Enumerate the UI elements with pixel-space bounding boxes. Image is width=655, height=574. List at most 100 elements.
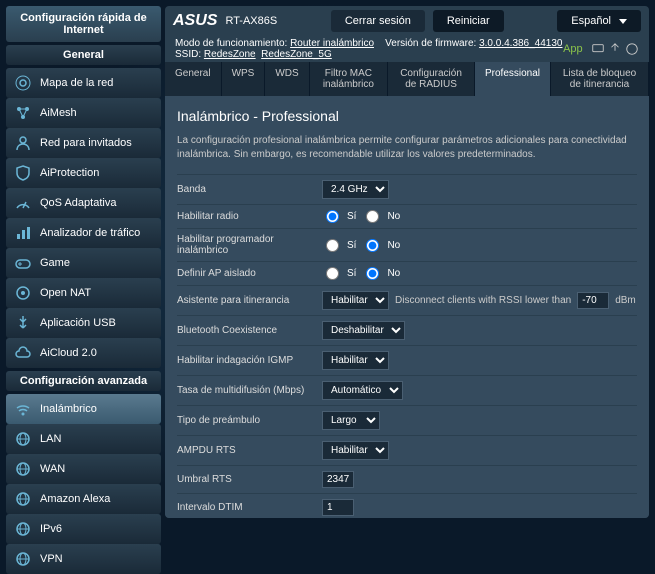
logout-button[interactable]: Cerrar sesión [331, 10, 425, 32]
sidebar-item-aiprotection[interactable]: AiProtection [6, 158, 161, 188]
speedometer-icon [14, 194, 32, 212]
scheduler-no[interactable] [366, 239, 379, 252]
preamble-label: Tipo de preámbulo [177, 415, 322, 426]
guest-icon [14, 134, 32, 152]
sidebar-item-label: IPv6 [40, 523, 62, 535]
sidebar-header-advanced: Configuración avanzada [6, 371, 161, 391]
mode-label: Modo de funcionamiento: [175, 38, 287, 49]
bluetooth-label: Bluetooth Coexistence [177, 325, 322, 336]
rssi-text: Disconnect clients with RSSI lower than [395, 295, 571, 306]
sidebar-item-analizador-de-tr-fico[interactable]: Analizador de tráfico [6, 218, 161, 248]
isolated-yes[interactable] [326, 267, 339, 280]
chevron-down-icon [619, 19, 627, 24]
sidebar-item-mapa-de-la-red[interactable]: Mapa de la red [6, 68, 161, 98]
rssi-input[interactable] [577, 292, 609, 309]
cloud-icon [14, 344, 32, 362]
isolated-ap-label: Definir AP aislado [177, 268, 322, 279]
page-title: Inalámbrico - Professional [177, 108, 637, 124]
chart-icon [14, 224, 32, 242]
mode-link[interactable]: Router inalámbrico [290, 38, 374, 49]
sidebar-item-label: VPN [40, 553, 63, 565]
sidebar-item-qos-adaptativa[interactable]: QoS Adaptativa [6, 188, 161, 218]
sidebar-item-game[interactable]: Game [6, 248, 161, 278]
dtim-input[interactable] [322, 499, 354, 516]
preamble-select[interactable]: Largo [322, 411, 380, 430]
sidebar-item-aimesh[interactable]: AiMesh [6, 98, 161, 128]
sidebar-item-ipv6[interactable]: IPv6 [6, 514, 161, 544]
usb-icon [14, 314, 32, 332]
ssid1-link[interactable]: RedesZone [204, 49, 256, 60]
sidebar-item-aicloud-2-0[interactable]: AiCloud 2.0 [6, 338, 161, 368]
language-label: Español [571, 15, 611, 27]
feedback-icon[interactable] [591, 42, 605, 56]
language-select[interactable]: Español [557, 10, 641, 32]
globe-icon [14, 550, 32, 568]
band-label: Banda [177, 184, 322, 195]
shield-icon [14, 164, 32, 182]
band-select[interactable]: 2.4 GHz [322, 180, 389, 199]
sidebar-item-amazon-alexa[interactable]: Amazon Alexa [6, 484, 161, 514]
tab-general[interactable]: General [165, 62, 222, 96]
dbm-label: dBm [615, 295, 636, 306]
sidebar-item-label: QoS Adaptativa [40, 197, 116, 209]
fw-link[interactable]: 3.0.0.4.386_44130 [479, 38, 562, 49]
sidebar-item-label: WAN [40, 463, 65, 475]
sidebar-item-label: Red para invitados [40, 137, 132, 149]
ampdu-rts-select[interactable]: Habilitar [322, 441, 389, 460]
enable-radio-yes[interactable] [326, 210, 339, 223]
scheduler-yes[interactable] [326, 239, 339, 252]
tab-roaming-blocklist[interactable]: Lista de bloqueo de itinerancia [551, 62, 649, 96]
roaming-select[interactable]: Habilitar [322, 291, 389, 310]
target-icon [14, 284, 32, 302]
dtim-label: Intervalo DTIM [177, 502, 322, 513]
isolated-no[interactable] [366, 267, 379, 280]
sidebar-item-label: Aplicación USB [40, 317, 116, 329]
ssid-label: SSID: [175, 49, 201, 60]
app-link[interactable]: App [563, 43, 583, 55]
sidebar-item-inal-mbrico[interactable]: Inalámbrico [6, 394, 161, 424]
globe-icon [14, 460, 32, 478]
sidebar-item-vpn[interactable]: VPN [6, 544, 161, 574]
rts-threshold-label: Umbral RTS [177, 474, 322, 485]
sidebar-item-label: Inalámbrico [40, 403, 97, 415]
roaming-label: Asistente para itinerancia [177, 295, 322, 306]
multicast-select[interactable]: Automático [322, 381, 403, 400]
tab-radius[interactable]: Configuración de RADIUS [388, 62, 475, 96]
multicast-label: Tasa de multidifusión (Mbps) [177, 385, 322, 396]
help-icon[interactable] [625, 42, 639, 56]
enable-radio-no[interactable] [366, 210, 379, 223]
sidebar-item-wan[interactable]: WAN [6, 454, 161, 484]
sidebar-item-label: Open NAT [40, 287, 91, 299]
share-icon[interactable] [608, 42, 622, 56]
tab-wds[interactable]: WDS [265, 62, 309, 96]
sidebar-item-label: AiCloud 2.0 [40, 347, 97, 359]
igmp-select[interactable]: Habilitar [322, 351, 389, 370]
brand-logo: ASUS [173, 12, 217, 30]
ssid2-link[interactable]: RedesZone_5G [261, 49, 332, 60]
fw-label: Versión de firmware: [385, 38, 476, 49]
sidebar-item-label: Game [40, 257, 70, 269]
sidebar-item-label: AiProtection [40, 167, 99, 179]
sidebar-header-general: General [6, 45, 161, 65]
enable-radio-label: Habilitar radio [177, 211, 322, 222]
sidebar-item-lan[interactable]: LAN [6, 424, 161, 454]
sidebar-item-red-para-invitados[interactable]: Red para invitados [6, 128, 161, 158]
sidebar-item-aplicaci-n-usb[interactable]: Aplicación USB [6, 308, 161, 338]
sidebar-item-label: LAN [40, 433, 61, 445]
tab-mac-filter[interactable]: Filtro MAC inalámbrico [310, 62, 388, 96]
reboot-button[interactable]: Reiniciar [433, 10, 504, 32]
quick-setup[interactable]: Configuración rápida de Internet [6, 6, 161, 42]
sidebar-item-label: Analizador de tráfico [40, 227, 140, 239]
sidebar-item-label: AiMesh [40, 107, 77, 119]
scheduler-label: Habilitar programador inalámbrico [177, 234, 322, 256]
wifi-icon [14, 400, 32, 418]
globe-icon [14, 520, 32, 538]
globe-icon [14, 430, 32, 448]
sidebar-item-open-nat[interactable]: Open NAT [6, 278, 161, 308]
tab-professional[interactable]: Professional [475, 62, 551, 96]
sidebar-item-label: Amazon Alexa [40, 493, 110, 505]
tab-wps[interactable]: WPS [222, 62, 266, 96]
bluetooth-select[interactable]: Deshabilitar [322, 321, 405, 340]
page-description: La configuración profesional inalámbrica… [177, 134, 637, 162]
rts-input[interactable] [322, 471, 354, 488]
